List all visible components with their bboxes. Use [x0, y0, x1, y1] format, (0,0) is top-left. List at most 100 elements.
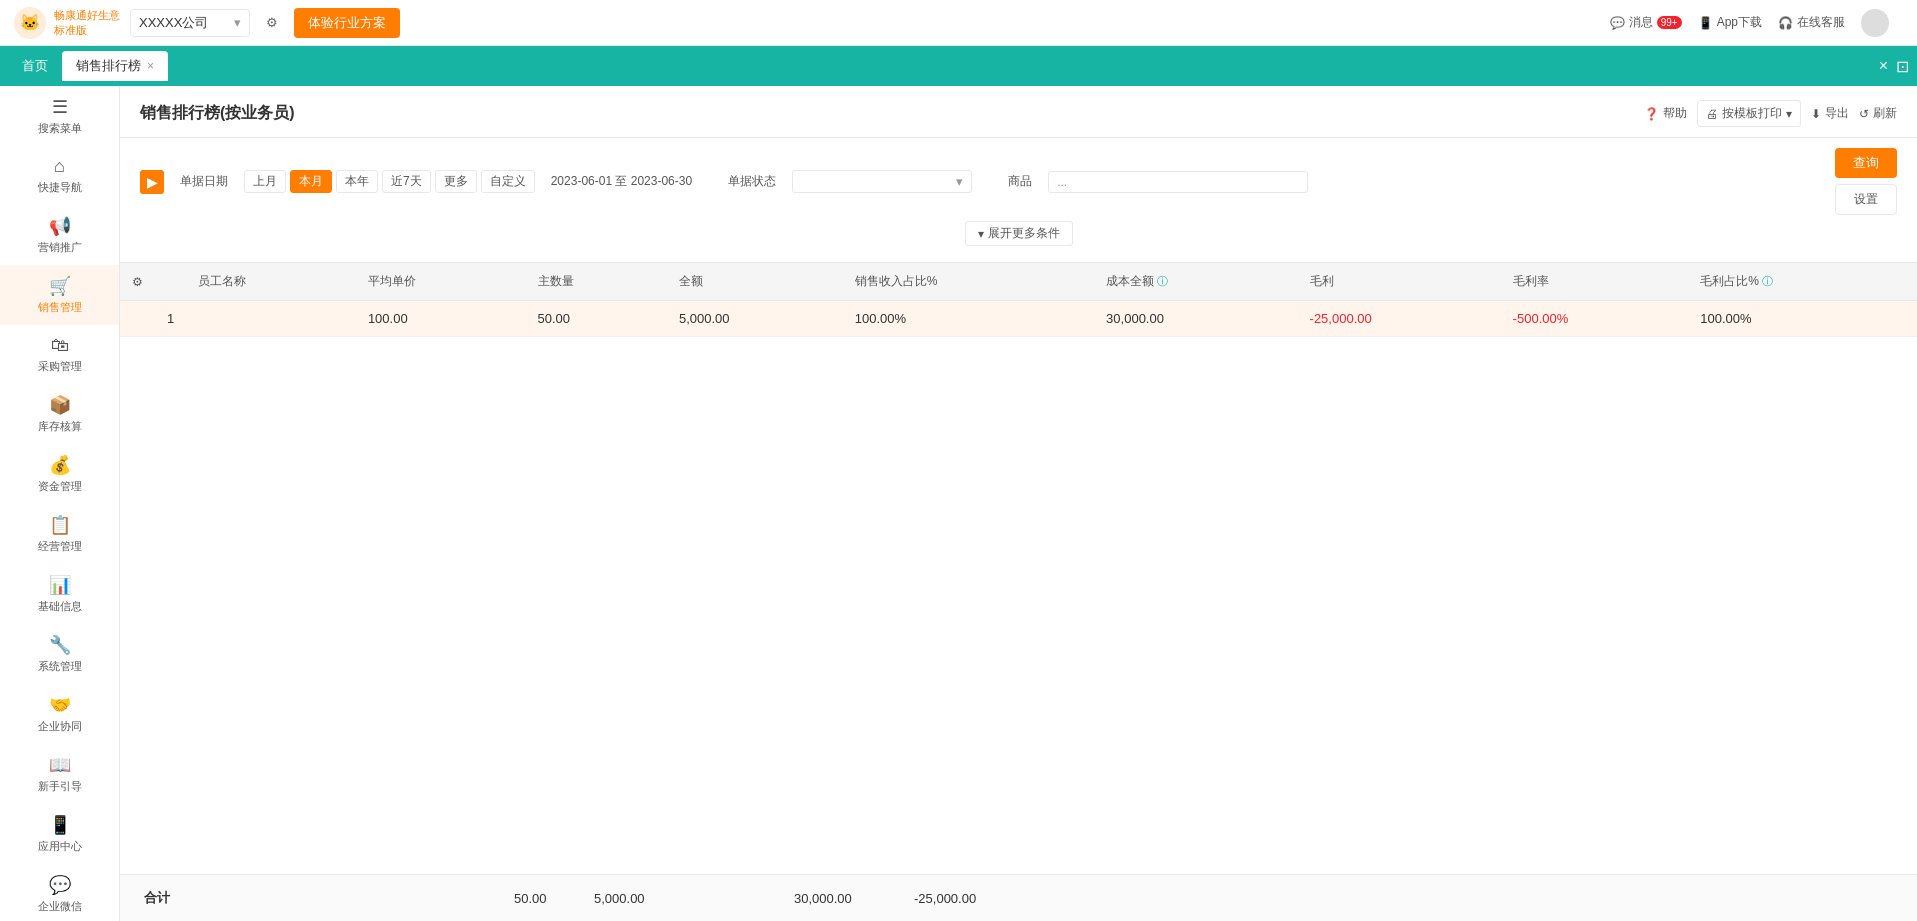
- status-select[interactable]: ▾: [792, 170, 972, 193]
- tab-home[interactable]: 首页: [8, 51, 62, 81]
- sidebar-item-corp-collab[interactable]: 🤝 企业协同: [0, 684, 119, 744]
- date-btn-7days[interactable]: 近7天: [382, 170, 431, 193]
- sales-icon: 🛒: [49, 275, 71, 297]
- sidebar-item-search-orders[interactable]: ☰ 搜索菜单: [0, 86, 119, 146]
- expand-row: ▾ 展开更多条件: [140, 215, 1897, 252]
- cell-qty: 50.00: [526, 301, 667, 337]
- cell-gross-pct: 100.00%: [1688, 301, 1917, 337]
- footer-spacer: [682, 892, 782, 904]
- date-btn-custom[interactable]: 自定义: [481, 170, 535, 193]
- cell-settings: [120, 301, 155, 337]
- chevron-down-icon: ▾: [978, 227, 984, 241]
- cell-gross: -25,000.00: [1298, 301, 1501, 337]
- inventory-icon: 📦: [49, 394, 71, 416]
- sidebar-item-corp-wechat[interactable]: 💬 企业微信: [0, 864, 119, 921]
- sidebar-item-app-center[interactable]: 📱 应用中心: [0, 804, 119, 864]
- col-qty: 主数量: [526, 263, 667, 301]
- cell-avg-price: 100.00: [356, 301, 526, 337]
- footer-cost: 30,000.00: [782, 885, 902, 912]
- col-rank: [155, 263, 186, 301]
- download-icon: 📱: [1698, 16, 1713, 30]
- goods-filter-label: 商品: [1008, 173, 1032, 190]
- sidebar-item-purchase-mgmt[interactable]: 🛍 采购管理: [0, 325, 119, 384]
- marketing-icon: 📢: [49, 215, 71, 237]
- headset-icon: 🎧: [1778, 16, 1793, 30]
- query-button[interactable]: 查询: [1835, 148, 1897, 178]
- filter-collapse-button[interactable]: ▶: [140, 170, 164, 194]
- refresh-button[interactable]: ↺ 刷新: [1859, 105, 1897, 122]
- cell-rank: 1: [155, 301, 186, 337]
- col-gross-rate: 毛利率: [1501, 263, 1689, 301]
- col-gross: 毛利: [1298, 263, 1501, 301]
- cell-cost: 30,000.00: [1094, 301, 1297, 337]
- print-chevron-icon: ▾: [1786, 107, 1792, 121]
- cell-amount: 5,000.00: [667, 301, 843, 337]
- date-btn-last-month[interactable]: 上月: [244, 170, 286, 193]
- app-download-button[interactable]: 📱 App下载: [1698, 14, 1762, 31]
- tabs-bar: 首页 销售排行榜 × × ⊡: [0, 46, 1917, 86]
- date-btn-this-month[interactable]: 本月: [290, 170, 332, 193]
- company-selector[interactable]: XXXXX公司 ▾: [130, 9, 250, 37]
- sidebar-item-inventory[interactable]: 📦 库存核算: [0, 384, 119, 444]
- sidebar-item-ops-mgmt[interactable]: 📋 经营管理: [0, 504, 119, 564]
- status-filter-label: 单据状态: [728, 173, 776, 190]
- help-icon: ❓: [1644, 107, 1659, 121]
- cell-gross-rate: -500.00%: [1501, 301, 1689, 337]
- col-amount: 全额: [667, 263, 843, 301]
- logo: 🐱 畅康通好生意 标准版: [12, 5, 122, 41]
- cell-employee: [186, 301, 356, 337]
- expand-more-conditions[interactable]: ▾ 展开更多条件: [965, 221, 1073, 246]
- message-button[interactable]: 💬 消息 99+: [1610, 14, 1682, 31]
- page-header: 销售排行榜(按业务员) ❓ 帮助 🖨 按模板打印 ▾ ⬇ 导出: [120, 86, 1917, 138]
- sidebar-item-base-info[interactable]: 📊 基础信息: [0, 564, 119, 624]
- ranking-table: ⚙ 员工名称 平均单价 主数量 全额 销售收入占比% 成本全额 ⓘ 毛利 毛利率…: [120, 263, 1917, 337]
- settings-icon[interactable]: ⚙: [258, 9, 286, 37]
- col-avg-price: 平均单价: [356, 263, 526, 301]
- date-shortcuts: 上月 本月 本年 近7天 更多 自定义: [244, 170, 535, 193]
- tab-sales-ranking[interactable]: 销售排行榜 ×: [62, 51, 168, 81]
- date-btn-this-year[interactable]: 本年: [336, 170, 378, 193]
- goods-select[interactable]: ...: [1048, 171, 1308, 193]
- industry-button[interactable]: 体验行业方案: [294, 8, 400, 38]
- wechat-icon: 💬: [49, 874, 71, 896]
- page-title: 销售排行榜(按业务员): [140, 103, 295, 124]
- sidebar-item-new-guide[interactable]: 📖 新手引导: [0, 744, 119, 804]
- table-container: ⚙ 员工名称 平均单价 主数量 全额 销售收入占比% 成本全额 ⓘ 毛利 毛利率…: [120, 263, 1917, 874]
- help-button[interactable]: ❓ 帮助: [1644, 105, 1687, 122]
- purchase-icon: 🛍: [51, 335, 69, 356]
- filter-area: ▶ 单据日期 上月 本月 本年 近7天 更多 自定义 2023-06-01 至 …: [120, 138, 1917, 263]
- sidebar-item-sales-mgmt[interactable]: 🛒 销售管理: [0, 265, 119, 325]
- logo-text: 畅康通好生意 标准版: [54, 8, 120, 37]
- finance-icon: 💰: [49, 454, 71, 476]
- app-center-icon: 📱: [49, 814, 71, 836]
- sidebar-item-sys-mgmt[interactable]: 🔧 系统管理: [0, 624, 119, 684]
- message-badge: 99+: [1657, 16, 1682, 29]
- guide-icon: 📖: [49, 754, 71, 776]
- sidebar: ☰ 搜索菜单 ⌂ 快捷导航 📢 营销推广 🛒 销售管理 🛍 采购管理 📦 库: [0, 86, 120, 921]
- logo-icon: 🐱: [12, 5, 48, 41]
- footer-qty: 50.00: [502, 885, 582, 912]
- date-range-display: 2023-06-01 至 2023-06-30: [551, 173, 692, 190]
- sidebar-item-finance[interactable]: 💰 资金管理: [0, 444, 119, 504]
- export-icon: ⬇: [1811, 107, 1821, 121]
- sidebar-item-quick-nav[interactable]: ⌂ 快捷导航: [0, 146, 119, 205]
- footer-total-label: 合计: [132, 883, 502, 913]
- filter-settings-button[interactable]: 设置: [1835, 184, 1897, 215]
- template-print-button[interactable]: 🖨 按模板打印 ▾: [1697, 100, 1801, 127]
- col-settings[interactable]: ⚙: [120, 263, 155, 301]
- base-info-icon: 📊: [49, 574, 71, 596]
- collab-icon: 🤝: [49, 694, 71, 716]
- window-close-button[interactable]: ×: [1879, 57, 1888, 76]
- col-employee: 员工名称: [186, 263, 356, 301]
- online-service-button[interactable]: 🎧 在线客服: [1778, 14, 1845, 31]
- avatar[interactable]: [1861, 9, 1889, 37]
- refresh-icon: ↺: [1859, 107, 1869, 121]
- export-button[interactable]: ⬇ 导出: [1811, 105, 1849, 122]
- company-name: XXXXX公司: [139, 14, 230, 32]
- window-restore-button[interactable]: ⊡: [1896, 57, 1909, 76]
- goods-placeholder: ...: [1057, 175, 1299, 189]
- table-row: 1 100.00 50.00 5,000.00 100.00% 30,000.0…: [120, 301, 1917, 337]
- date-btn-more[interactable]: 更多: [435, 170, 477, 193]
- tab-close-icon[interactable]: ×: [147, 59, 154, 73]
- sidebar-item-marketing[interactable]: 📢 营销推广: [0, 205, 119, 265]
